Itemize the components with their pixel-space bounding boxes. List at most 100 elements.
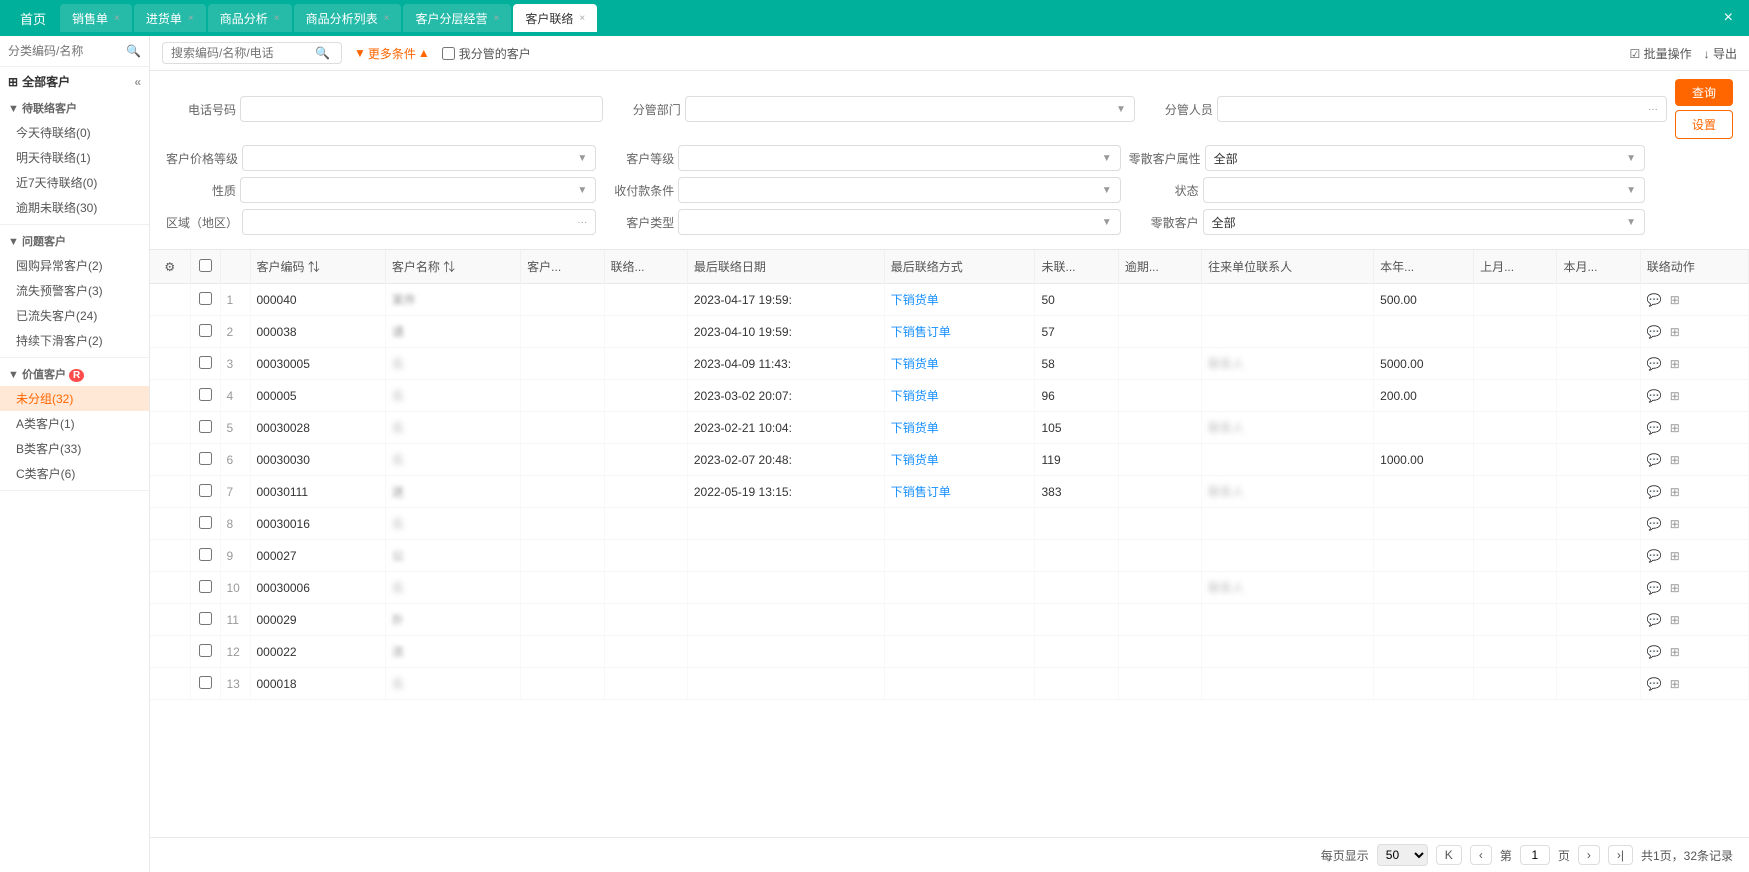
prev-page-button[interactable]: ‹ (1470, 845, 1492, 865)
tab-close-icon[interactable]: × (579, 13, 585, 24)
customer-level-select[interactable]: ▼ (678, 145, 1120, 171)
cell-checkbox[interactable] (190, 476, 220, 508)
nav-tab-商品分析列表[interactable]: 商品分析列表× (294, 4, 402, 32)
department-select[interactable]: ▼ (685, 96, 1135, 122)
row-checkbox[interactable] (199, 452, 212, 465)
chat-icon[interactable]: 💬 (1647, 325, 1662, 339)
col-last-date[interactable]: 最后联络日期 (687, 250, 884, 284)
more-action-icon[interactable]: ⊞ (1670, 293, 1680, 307)
batch-operation-button[interactable]: ☑ 批量操作 (1630, 45, 1692, 62)
last-method-link[interactable]: 下销售订单 (891, 485, 951, 499)
phone-input[interactable] (240, 96, 603, 122)
chat-icon[interactable]: 💬 (1647, 421, 1662, 435)
sidebar-all-customers[interactable]: ⊞ 全部客户 « (0, 67, 149, 96)
sidebar-item[interactable]: 逾期未联络(30) (0, 195, 149, 220)
more-action-icon[interactable]: ⊞ (1670, 325, 1680, 339)
last-method-link[interactable]: 下销货单 (891, 293, 939, 307)
cell-last-method[interactable]: 下销货单 (884, 412, 1035, 444)
chat-icon[interactable]: 💬 (1647, 613, 1662, 627)
price-level-select[interactable]: ▼ (242, 145, 596, 171)
region-select[interactable]: ··· (242, 209, 596, 235)
payment-select[interactable]: ▼ (678, 177, 1120, 203)
search-icon[interactable]: 🔍 (315, 46, 330, 60)
cell-last-method[interactable] (884, 604, 1035, 636)
nav-tab-商品分析[interactable]: 商品分析× (208, 4, 292, 32)
sidebar-item[interactable]: C类客户(6) (0, 461, 149, 486)
reset-button[interactable]: 设置 (1675, 110, 1733, 139)
cell-checkbox[interactable] (190, 508, 220, 540)
sidebar-item[interactable]: 已流失客户(24) (0, 303, 149, 328)
row-checkbox[interactable] (199, 292, 212, 305)
cell-checkbox[interactable] (190, 540, 220, 572)
chat-icon[interactable]: 💬 (1647, 293, 1662, 307)
more-action-icon[interactable]: ⊞ (1670, 613, 1680, 627)
sidebar-item[interactable]: B类客户(33) (0, 436, 149, 461)
col-last-method[interactable]: 最后联络方式 (884, 250, 1035, 284)
more-action-icon[interactable]: ⊞ (1670, 549, 1680, 563)
my-customers-checkbox[interactable] (442, 47, 455, 60)
row-checkbox[interactable] (199, 548, 212, 561)
col-name[interactable]: 客户名称 ⇅ (385, 250, 520, 284)
last-method-link[interactable]: 下销货单 (891, 421, 939, 435)
chat-icon[interactable]: 💬 (1647, 485, 1662, 499)
sidebar-search-icon[interactable]: 🔍 (126, 44, 141, 58)
cell-checkbox[interactable] (190, 668, 220, 700)
last-method-link[interactable]: 下销货单 (891, 389, 939, 403)
cell-checkbox[interactable] (190, 348, 220, 380)
next-page-button[interactable]: › (1578, 845, 1600, 865)
sidebar-item[interactable]: 近7天待联络(0) (0, 170, 149, 195)
cell-checkbox[interactable] (190, 412, 220, 444)
page-size-select[interactable]: 50 100 200 (1377, 844, 1428, 866)
col-last-month[interactable]: 上月... (1474, 250, 1557, 284)
cell-checkbox[interactable] (190, 380, 220, 412)
row-checkbox[interactable] (199, 580, 212, 593)
nav-tab-进货单[interactable]: 进货单× (134, 4, 206, 32)
row-checkbox[interactable] (199, 516, 212, 529)
row-checkbox[interactable] (199, 484, 212, 497)
cell-checkbox[interactable] (190, 444, 220, 476)
cell-checkbox[interactable] (190, 316, 220, 348)
select-all-checkbox[interactable] (199, 259, 212, 272)
chat-icon[interactable]: 💬 (1647, 453, 1662, 467)
my-customers-filter[interactable]: 我分管的客户 (442, 45, 531, 62)
tab-close-icon[interactable]: × (188, 13, 194, 24)
staff-select[interactable]: ··· (1217, 96, 1667, 122)
cell-checkbox[interactable] (190, 284, 220, 316)
row-checkbox[interactable] (199, 324, 212, 337)
chat-icon[interactable]: 💬 (1647, 677, 1662, 691)
customer-type-select[interactable]: ▼ (678, 209, 1120, 235)
sidebar-item[interactable]: 囤购异常客户(2) (0, 253, 149, 278)
status-select[interactable]: ▼ (1203, 177, 1645, 203)
row-checkbox[interactable] (199, 420, 212, 433)
nav-tab-客户分层经营[interactable]: 客户分层经营× (403, 4, 511, 32)
nav-tab-客户联络[interactable]: 客户联络× (513, 4, 597, 32)
col-this-year[interactable]: 本年... (1374, 250, 1474, 284)
chat-icon[interactable]: 💬 (1647, 389, 1662, 403)
more-action-icon[interactable]: ⊞ (1670, 389, 1680, 403)
last-method-link[interactable]: 下销售订单 (891, 325, 951, 339)
sidebar-item[interactable]: 持续下滑客户(2) (0, 328, 149, 353)
cell-checkbox[interactable] (190, 636, 220, 668)
more-action-icon[interactable]: ⊞ (1670, 517, 1680, 531)
cell-last-method[interactable] (884, 508, 1035, 540)
tab-close-icon[interactable]: × (114, 13, 120, 24)
row-checkbox[interactable] (199, 644, 212, 657)
more-conditions-button[interactable]: ▼ 更多条件 ▲ (354, 45, 430, 62)
more-action-icon[interactable]: ⊞ (1670, 581, 1680, 595)
row-checkbox[interactable] (199, 676, 212, 689)
col-type[interactable]: 客户... (521, 250, 604, 284)
first-page-button[interactable]: K (1436, 845, 1462, 865)
nav-home[interactable]: 首页 (8, 9, 58, 28)
export-button[interactable]: ↓ 导出 (1704, 45, 1737, 62)
cell-last-method[interactable]: 下销售订单 (884, 316, 1035, 348)
chat-icon[interactable]: 💬 (1647, 645, 1662, 659)
col-this-month[interactable]: 本月... (1557, 250, 1640, 284)
cell-last-method[interactable] (884, 668, 1035, 700)
tab-close-icon[interactable]: × (274, 13, 280, 24)
col-contacts[interactable]: 往来单位联系人 (1202, 250, 1374, 284)
cell-last-method[interactable]: 下销货单 (884, 284, 1035, 316)
row-checkbox[interactable] (199, 612, 212, 625)
more-action-icon[interactable]: ⊞ (1670, 421, 1680, 435)
cell-last-method[interactable]: 下销货单 (884, 348, 1035, 380)
more-action-icon[interactable]: ⊞ (1670, 357, 1680, 371)
